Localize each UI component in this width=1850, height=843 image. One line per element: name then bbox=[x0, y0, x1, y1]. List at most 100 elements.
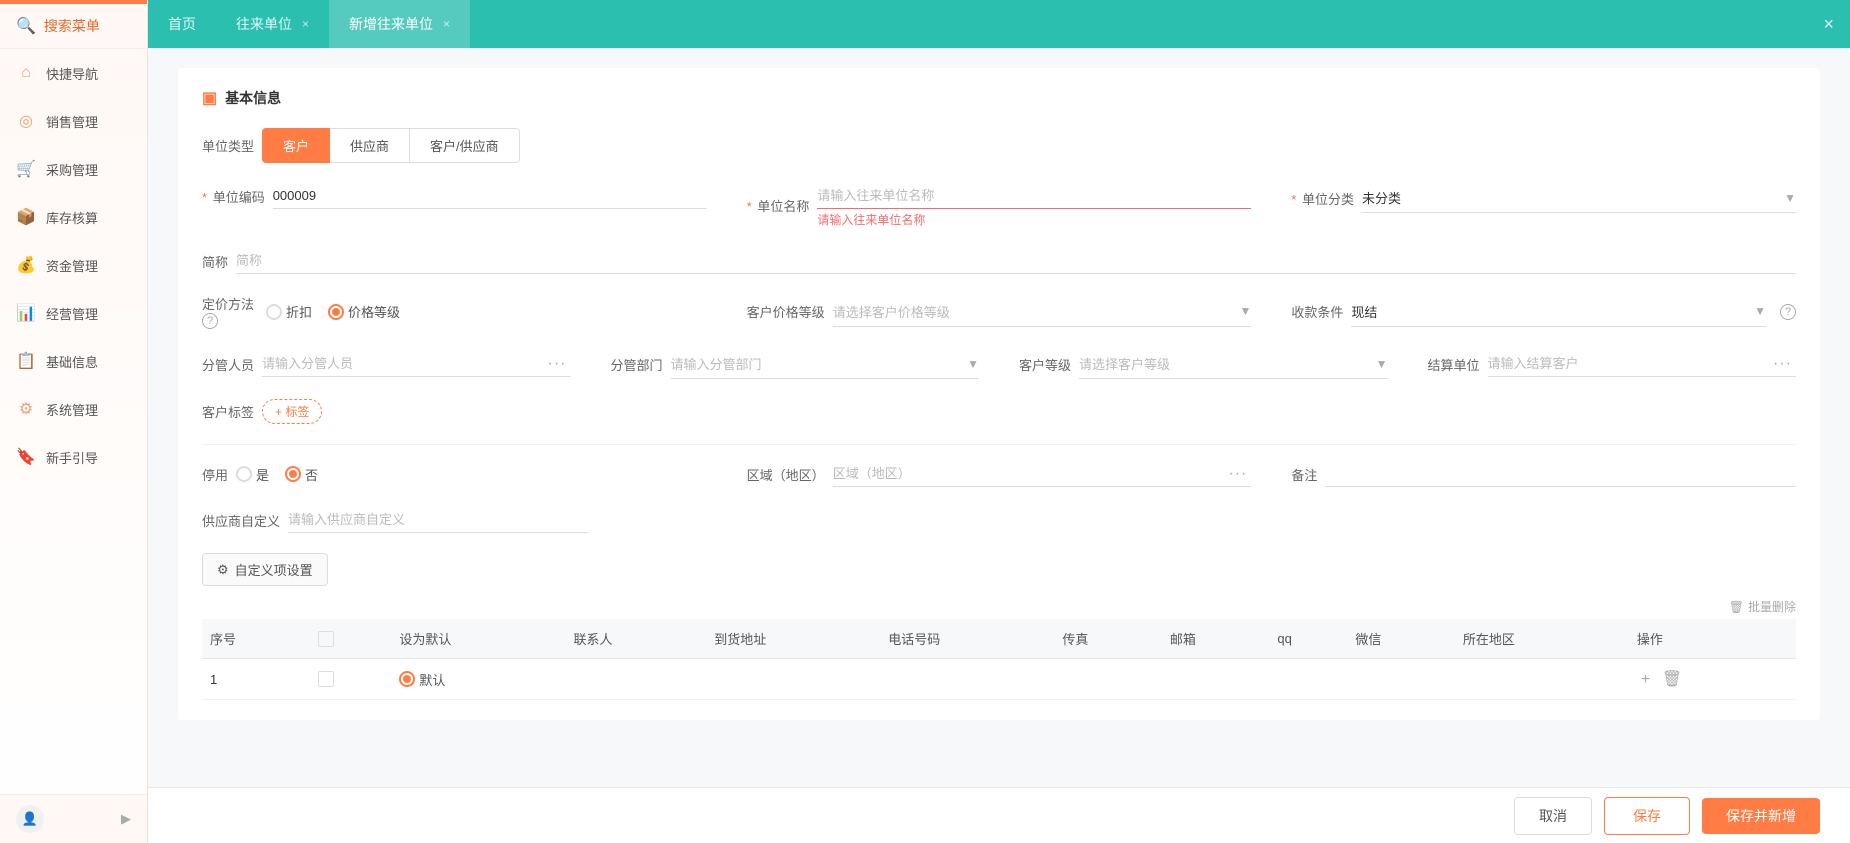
unit-category-required: * bbox=[1291, 192, 1296, 207]
sidebar-item-finance[interactable]: 💰 资金管理 bbox=[0, 241, 147, 289]
unit-code-required: * bbox=[202, 190, 207, 205]
disable-yes-label: 是 bbox=[256, 465, 269, 484]
sidebar-expand-icon[interactable]: ▶ bbox=[121, 811, 131, 827]
payment-terms-help[interactable]: ? bbox=[1780, 304, 1796, 320]
settlement-unit-more-btn[interactable]: ··· bbox=[1769, 355, 1796, 373]
unit-type-row: 单位类型 客户 供应商 客户/供应商 bbox=[202, 128, 1796, 163]
sidebar-item-label: 系统管理 bbox=[46, 400, 98, 419]
department-arrow: ▼ bbox=[967, 357, 979, 371]
col-default: 设为默认 bbox=[391, 619, 565, 659]
row-checkbox-cell bbox=[310, 659, 392, 700]
unit-name-label: * 单位名称 bbox=[747, 196, 810, 215]
window-close-button[interactable]: × bbox=[1807, 14, 1850, 35]
sidebar-item-operations[interactable]: 📊 经营管理 bbox=[0, 289, 147, 337]
manager-input-container: ··· bbox=[262, 351, 570, 377]
short-name-input[interactable] bbox=[236, 248, 1796, 274]
tab-new-partner[interactable]: 新增往来单位 × bbox=[329, 0, 470, 48]
unit-type-supplier-btn[interactable]: 供应商 bbox=[330, 128, 410, 163]
unit-code-field: * 单位编码 bbox=[202, 183, 707, 209]
sidebar-item-inventory[interactable]: 📦 库存核算 bbox=[0, 193, 147, 241]
unit-code-label: * 单位编码 bbox=[202, 187, 265, 206]
bottom-bar: 取消 保存 保存并新增 bbox=[148, 787, 1850, 843]
customer-price-level-select[interactable]: 请选择客户价格等级 ▼ bbox=[833, 297, 1252, 327]
sidebar-item-new-guide[interactable]: 🔖 新手引导 bbox=[0, 433, 147, 481]
tab-partners[interactable]: 往来单位 × bbox=[216, 0, 329, 48]
row-add-btn[interactable]: + bbox=[1637, 671, 1654, 688]
finance-icon: 💰 bbox=[16, 255, 36, 275]
tag-add-btn[interactable]: + 标签 bbox=[262, 399, 322, 424]
region-more-btn[interactable]: ··· bbox=[1224, 465, 1251, 483]
save-button[interactable]: 保存 bbox=[1604, 797, 1690, 835]
disable-row: 停用 是 否 区域（地区） bbox=[202, 461, 1796, 487]
system-icon: ⚙ bbox=[16, 399, 36, 419]
custom-settings-label: 自定义项设置 bbox=[235, 560, 313, 579]
pricing-discount-label: 折扣 bbox=[286, 302, 312, 321]
sidebar-item-basic-info[interactable]: 📋 基础信息 bbox=[0, 337, 147, 385]
unit-category-select[interactable]: 未分类 ▼ bbox=[1362, 183, 1796, 213]
sidebar-item-purchase-mgmt[interactable]: 🛒 采购管理 bbox=[0, 145, 147, 193]
pricing-radio-group: 折扣 价格等级 bbox=[266, 302, 400, 321]
unit-type-customer-btn[interactable]: 客户 bbox=[262, 128, 330, 163]
disable-no-circle bbox=[285, 466, 301, 482]
tab-home[interactable]: 首页 bbox=[148, 0, 216, 48]
supplier-custom-input[interactable] bbox=[288, 507, 588, 533]
save-and-new-button[interactable]: 保存并新增 bbox=[1702, 798, 1820, 834]
sidebar-item-label: 快捷导航 bbox=[46, 64, 98, 83]
region-input-container: ··· bbox=[833, 461, 1252, 487]
unit-name-input[interactable] bbox=[817, 183, 1251, 209]
department-select[interactable]: 请输入分管部门 ▼ bbox=[671, 349, 979, 379]
unit-info-row: * 单位编码 * 单位名称 请输入往来单位名称 bbox=[202, 183, 1796, 228]
supplier-custom-row: 供应商自定义 bbox=[202, 507, 1796, 533]
sidebar-search[interactable]: 🔍 搜索菜单 bbox=[0, 4, 147, 49]
customer-price-level-field: 客户价格等级 请选择客户价格等级 ▼ bbox=[747, 297, 1252, 327]
region-input[interactable] bbox=[833, 461, 1225, 486]
guide-icon: 🔖 bbox=[16, 447, 36, 467]
sales-icon: ◎ bbox=[16, 111, 36, 131]
pricing-method-label: 定价方法 ? bbox=[202, 294, 258, 329]
disable-yes-circle bbox=[236, 466, 252, 482]
table-header-bar: 🗑 批量删除 bbox=[202, 598, 1796, 615]
sidebar-item-sales-mgmt[interactable]: ◎ 销售管理 bbox=[0, 97, 147, 145]
cancel-button[interactable]: 取消 bbox=[1514, 797, 1592, 835]
customer-price-level-label: 客户价格等级 bbox=[747, 302, 825, 321]
remark-input[interactable] bbox=[1325, 461, 1796, 487]
row-delete-btn[interactable]: 🗑 bbox=[1658, 671, 1686, 688]
sidebar-item-label: 新手引导 bbox=[46, 448, 98, 467]
row-default-radio[interactable]: 默认 bbox=[399, 670, 557, 689]
unit-code-input[interactable] bbox=[273, 183, 707, 209]
select-all-checkbox[interactable] bbox=[318, 631, 334, 647]
tab-new-partner-close[interactable]: × bbox=[443, 17, 450, 31]
section-title: ▣ 基本信息 bbox=[202, 88, 1796, 108]
tab-partners-close[interactable]: × bbox=[302, 17, 309, 31]
unit-category-value: 未分类 bbox=[1362, 188, 1780, 207]
unit-type-both-btn[interactable]: 客户/供应商 bbox=[410, 128, 520, 163]
disable-no-radio[interactable]: 否 bbox=[285, 465, 318, 484]
department-field: 分管部门 请输入分管部门 ▼ bbox=[611, 349, 980, 379]
row-wechat bbox=[1347, 659, 1455, 700]
payment-terms-field: 收款条件 现结 ▼ ? bbox=[1291, 297, 1796, 327]
manager-input[interactable] bbox=[262, 351, 544, 376]
pricing-discount-radio[interactable]: 折扣 bbox=[266, 302, 312, 321]
unit-name-required: * bbox=[747, 199, 752, 214]
unit-name-error-msg: 请输入往来单位名称 bbox=[817, 211, 1251, 228]
payment-terms-arrow: ▼ bbox=[1754, 304, 1766, 318]
pricing-help-icon[interactable]: ? bbox=[202, 313, 258, 329]
unit-name-input-container: 请输入往来单位名称 bbox=[817, 183, 1251, 228]
row-fax bbox=[1054, 659, 1162, 700]
disable-yes-radio[interactable]: 是 bbox=[236, 465, 269, 484]
custom-settings-btn[interactable]: ⚙ 自定义项设置 bbox=[202, 553, 328, 586]
col-region: 所在地区 bbox=[1455, 619, 1629, 659]
col-checkbox bbox=[310, 619, 392, 659]
department-placeholder: 请输入分管部门 bbox=[671, 354, 964, 373]
customer-level-select[interactable]: 请选择客户等级 ▼ bbox=[1079, 349, 1387, 379]
pricing-grade-radio[interactable]: 价格等级 bbox=[328, 302, 400, 321]
unit-name-field: * 单位名称 请输入往来单位名称 bbox=[747, 183, 1252, 228]
payment-terms-select[interactable]: 现结 ▼ bbox=[1351, 297, 1766, 327]
customer-level-label: 客户等级 bbox=[1019, 355, 1071, 374]
batch-delete-btn[interactable]: 🗑 批量删除 bbox=[1729, 598, 1796, 615]
settlement-unit-input[interactable] bbox=[1488, 351, 1770, 376]
sidebar-item-quick-nav[interactable]: ⌂ 快捷导航 bbox=[0, 49, 147, 97]
sidebar-item-system-mgmt[interactable]: ⚙ 系统管理 bbox=[0, 385, 147, 433]
row-checkbox[interactable] bbox=[318, 671, 334, 687]
manager-more-btn[interactable]: ··· bbox=[544, 355, 571, 373]
